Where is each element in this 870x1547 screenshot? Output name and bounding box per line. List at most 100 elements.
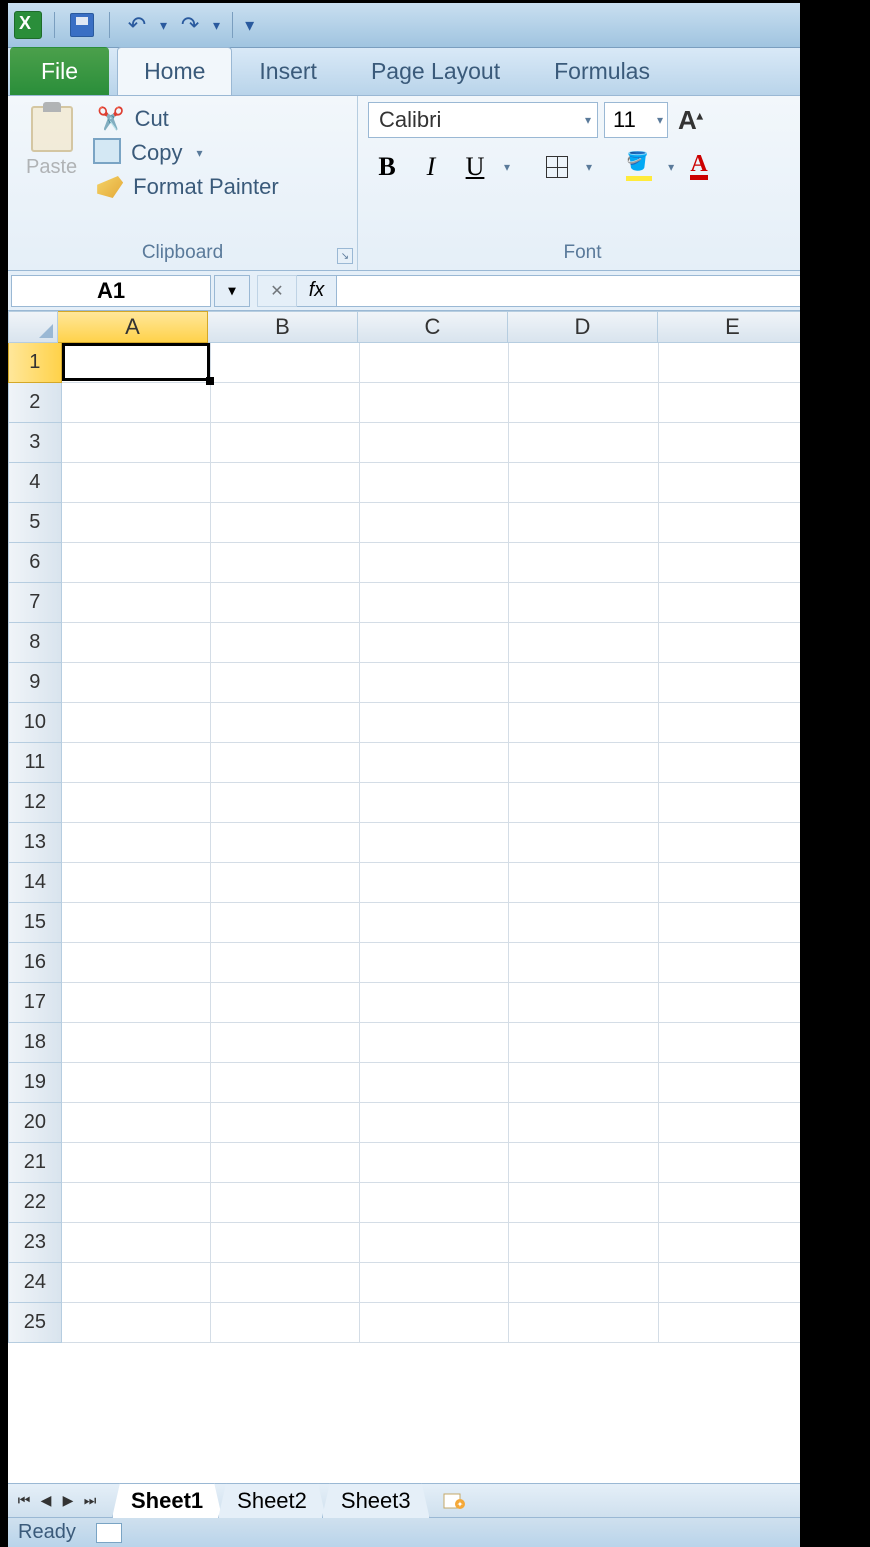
first-sheet-button[interactable]: ⏮ [14,1491,34,1511]
select-all-button[interactable] [8,311,58,343]
cell-D5[interactable] [509,503,658,543]
row-header-15[interactable]: 15 [8,903,62,943]
cell-E19[interactable] [659,1063,808,1103]
cell-E20[interactable] [659,1103,808,1143]
insert-function-button[interactable]: fx [297,275,337,307]
cut-button[interactable]: ✂️ Cut [91,104,285,134]
italic-button[interactable]: I [412,148,450,186]
cell-E13[interactable] [659,823,808,863]
row-header-3[interactable]: 3 [8,423,62,463]
cell-E9[interactable] [659,663,808,703]
cell-A13[interactable] [62,823,211,863]
font-color-button[interactable]: A [680,148,718,186]
sheet-tab-sheet3[interactable]: Sheet3 [322,1483,430,1518]
cell-A10[interactable] [62,703,211,743]
borders-button[interactable] [538,148,576,186]
tab-insert[interactable]: Insert [232,47,344,95]
grow-font-button[interactable]: A▴ [674,105,707,136]
cell-D10[interactable] [509,703,658,743]
row-header-20[interactable]: 20 [8,1103,62,1143]
cell-B5[interactable] [211,503,360,543]
cell-A6[interactable] [62,543,211,583]
cell-D16[interactable] [509,943,658,983]
cell-C7[interactable] [360,583,509,623]
cell-B17[interactable] [211,983,360,1023]
row-header-5[interactable]: 5 [8,503,62,543]
column-header-B[interactable]: B [208,311,358,343]
cell-A3[interactable] [62,423,211,463]
cell-E18[interactable] [659,1023,808,1063]
cell-C19[interactable] [360,1063,509,1103]
cell-A2[interactable] [62,383,211,423]
cell-B4[interactable] [211,463,360,503]
font-size-select[interactable]: 11 ▾ [604,102,668,138]
cell-D23[interactable] [509,1223,658,1263]
paste-button[interactable]: Paste [18,102,85,183]
next-sheet-button[interactable]: ▶ [58,1491,78,1511]
cell-C5[interactable] [360,503,509,543]
cell-B18[interactable] [211,1023,360,1063]
cell-A4[interactable] [62,463,211,503]
cell-A1[interactable] [62,343,211,383]
last-sheet-button[interactable]: ⏭ [80,1491,100,1511]
cell-A5[interactable] [62,503,211,543]
prev-sheet-button[interactable]: ◀ [36,1491,56,1511]
cell-E24[interactable] [659,1263,808,1303]
cell-D6[interactable] [509,543,658,583]
cell-A24[interactable] [62,1263,211,1303]
row-header-13[interactable]: 13 [8,823,62,863]
cell-D22[interactable] [509,1183,658,1223]
cell-A18[interactable] [62,1023,211,1063]
fill-color-button[interactable] [620,148,658,186]
row-header-19[interactable]: 19 [8,1063,62,1103]
row-header-11[interactable]: 11 [8,743,62,783]
cell-D7[interactable] [509,583,658,623]
cell-E1[interactable] [659,343,808,383]
cell-C11[interactable] [360,743,509,783]
cell-C10[interactable] [360,703,509,743]
cell-B20[interactable] [211,1103,360,1143]
cell-A23[interactable] [62,1223,211,1263]
clipboard-dialog-launcher[interactable]: ↘ [337,248,353,264]
cell-C6[interactable] [360,543,509,583]
cell-E2[interactable] [659,383,808,423]
underline-button[interactable]: U [456,148,494,186]
cell-D13[interactable] [509,823,658,863]
tab-home[interactable]: Home [117,47,232,95]
customize-qat-button[interactable]: ▾ [245,15,254,36]
cell-B23[interactable] [211,1223,360,1263]
row-header-24[interactable]: 24 [8,1263,62,1303]
cell-E16[interactable] [659,943,808,983]
cell-B15[interactable] [211,903,360,943]
cell-C17[interactable] [360,983,509,1023]
cell-A9[interactable] [62,663,211,703]
new-sheet-button[interactable]: ✦ [438,1489,470,1513]
row-header-22[interactable]: 22 [8,1183,62,1223]
row-header-2[interactable]: 2 [8,383,62,423]
cell-B1[interactable] [211,343,360,383]
name-box-dropdown[interactable]: ▾ [214,275,250,307]
tab-page-layout[interactable]: Page Layout [344,47,527,95]
cell-C2[interactable] [360,383,509,423]
cell-B12[interactable] [211,783,360,823]
row-header-4[interactable]: 4 [8,463,62,503]
cell-E17[interactable] [659,983,808,1023]
row-header-14[interactable]: 14 [8,863,62,903]
cell-A21[interactable] [62,1143,211,1183]
row-header-9[interactable]: 9 [8,663,62,703]
cell-B14[interactable] [211,863,360,903]
font-name-select[interactable]: Calibri ▾ [368,102,598,138]
cell-C16[interactable] [360,943,509,983]
cell-E12[interactable] [659,783,808,823]
cell-B24[interactable] [211,1263,360,1303]
bold-button[interactable]: B [368,148,406,186]
cell-E15[interactable] [659,903,808,943]
cell-B10[interactable] [211,703,360,743]
cell-C21[interactable] [360,1143,509,1183]
cell-A16[interactable] [62,943,211,983]
formula-bar[interactable] [337,275,808,307]
cell-D15[interactable] [509,903,658,943]
cell-D2[interactable] [509,383,658,423]
row-header-6[interactable]: 6 [8,543,62,583]
tab-file[interactable]: File [10,47,109,95]
